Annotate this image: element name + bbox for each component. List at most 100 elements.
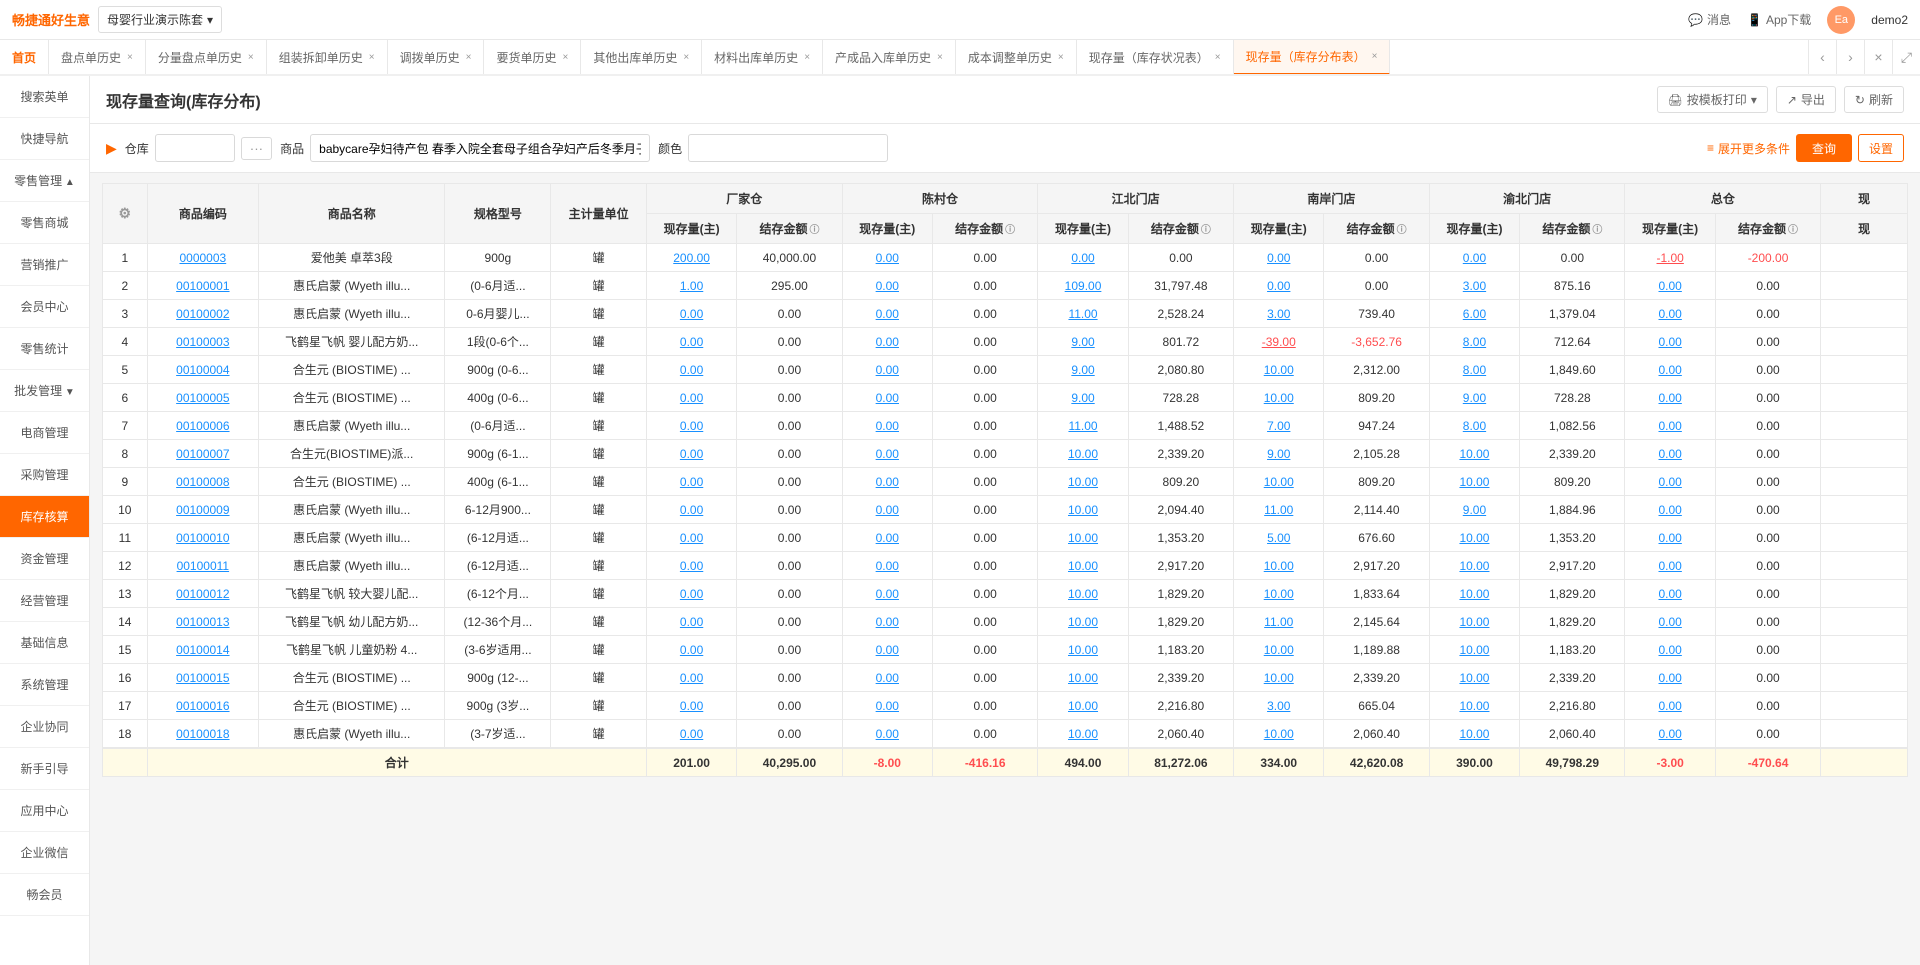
cell-17-6[interactable]: 0.00 — [737, 720, 842, 749]
cell-8-17[interactable] — [1821, 468, 1908, 496]
cell-4-14[interactable]: 1,849.60 — [1520, 356, 1625, 384]
cell-16-10[interactable]: 2,216.80 — [1128, 692, 1233, 720]
cell-17-15[interactable]: 0.00 — [1625, 720, 1715, 749]
nav-tab-10[interactable]: 现存量（库存状况表）× — [1077, 40, 1234, 75]
cell-10-8[interactable]: 0.00 — [933, 524, 1038, 552]
cell-3-0[interactable]: 4 — [103, 328, 148, 356]
nav-tab-1[interactable]: 盘点单历史× — [49, 40, 146, 75]
cell-14-14[interactable]: 1,183.20 — [1520, 636, 1625, 664]
cell-16-0[interactable]: 17 — [103, 692, 148, 720]
cell-13-5[interactable]: 0.00 — [646, 608, 736, 636]
cell-11-13[interactable]: 10.00 — [1429, 552, 1519, 580]
cell-2-0[interactable]: 3 — [103, 300, 148, 328]
expand-conditions-btn[interactable]: ≡ 展开更多条件 — [1707, 140, 1790, 157]
cell-12-14[interactable]: 1,829.20 — [1520, 580, 1625, 608]
cell-4-16[interactable]: 0.00 — [1715, 356, 1820, 384]
nav-tab-0[interactable]: 首页 — [0, 40, 49, 75]
cell-15-15[interactable]: 0.00 — [1625, 664, 1715, 692]
cell-10-5[interactable]: 0.00 — [646, 524, 736, 552]
cell-7-6[interactable]: 0.00 — [737, 440, 842, 468]
cell-15-9[interactable]: 10.00 — [1038, 664, 1128, 692]
cell-11-10[interactable]: 2,917.20 — [1128, 552, 1233, 580]
cell-17-16[interactable]: 0.00 — [1715, 720, 1820, 749]
cell-5-8[interactable]: 0.00 — [933, 384, 1038, 412]
cell-5-5[interactable]: 0.00 — [646, 384, 736, 412]
cell-12-13[interactable]: 10.00 — [1429, 580, 1519, 608]
cell-12-12[interactable]: 1,833.64 — [1324, 580, 1429, 608]
cell-1-17[interactable] — [1821, 272, 1908, 300]
cell-7-9[interactable]: 10.00 — [1038, 440, 1128, 468]
cell-8-13[interactable]: 10.00 — [1429, 468, 1519, 496]
cell-0-6[interactable]: 40,000.00 — [737, 244, 842, 272]
cell-7-5[interactable]: 0.00 — [646, 440, 736, 468]
cell-14-10[interactable]: 1,183.20 — [1128, 636, 1233, 664]
cell-15-1[interactable]: 00100015 — [147, 664, 258, 692]
cell-6-1[interactable]: 00100006 — [147, 412, 258, 440]
cell-5-10[interactable]: 728.28 — [1128, 384, 1233, 412]
nav-arrow-btn-1[interactable]: › — [1836, 40, 1864, 75]
cell-3-1[interactable]: 00100003 — [147, 328, 258, 356]
warehouse-ellipsis-btn[interactable]: ··· — [241, 137, 272, 160]
nav-tab-close-10[interactable]: × — [1215, 52, 1221, 63]
cell-13-1[interactable]: 00100013 — [147, 608, 258, 636]
cell-3-9[interactable]: 9.00 — [1038, 328, 1128, 356]
sidebar-item-4[interactable]: 营销推广 — [0, 244, 89, 286]
cell-15-14[interactable]: 2,339.20 — [1520, 664, 1625, 692]
cell-15-0[interactable]: 16 — [103, 664, 148, 692]
cell-10-14[interactable]: 1,353.20 — [1520, 524, 1625, 552]
cell-16-15[interactable]: 0.00 — [1625, 692, 1715, 720]
cell-6-10[interactable]: 1,488.52 — [1128, 412, 1233, 440]
cell-10-6[interactable]: 0.00 — [737, 524, 842, 552]
cell-3-6[interactable]: 0.00 — [737, 328, 842, 356]
cell-5-6[interactable]: 0.00 — [737, 384, 842, 412]
warehouse-input[interactable] — [155, 134, 235, 162]
cell-1-13[interactable]: 3.00 — [1429, 272, 1519, 300]
cell-14-8[interactable]: 0.00 — [933, 636, 1038, 664]
cell-11-7[interactable]: 0.00 — [842, 552, 932, 580]
sidebar-item-10[interactable]: 库存核算 — [0, 496, 89, 538]
cell-9-17[interactable] — [1821, 496, 1908, 524]
cell-0-10[interactable]: 0.00 — [1128, 244, 1233, 272]
cell-1-15[interactable]: 0.00 — [1625, 272, 1715, 300]
cell-10-10[interactable]: 1,353.20 — [1128, 524, 1233, 552]
cell-13-15[interactable]: 0.00 — [1625, 608, 1715, 636]
cell-10-1[interactable]: 00100010 — [147, 524, 258, 552]
cell-17-10[interactable]: 2,060.40 — [1128, 720, 1233, 749]
cell-15-13[interactable]: 10.00 — [1429, 664, 1519, 692]
cell-4-13[interactable]: 8.00 — [1429, 356, 1519, 384]
cell-6-7[interactable]: 0.00 — [842, 412, 932, 440]
cell-10-11[interactable]: 5.00 — [1234, 524, 1324, 552]
cell-11-14[interactable]: 2,917.20 — [1520, 552, 1625, 580]
nav-tab-11[interactable]: 现存量（库存分布表）× — [1234, 40, 1391, 75]
cell-11-0[interactable]: 12 — [103, 552, 148, 580]
cell-1-0[interactable]: 2 — [103, 272, 148, 300]
sidebar-item-16[interactable]: 新手引导 — [0, 748, 89, 790]
cell-6-12[interactable]: 947.24 — [1324, 412, 1429, 440]
cell-13-12[interactable]: 2,145.64 — [1324, 608, 1429, 636]
cell-8-10[interactable]: 809.20 — [1128, 468, 1233, 496]
gear-icon[interactable]: ⚙ — [119, 205, 132, 221]
nav-tab-close-6[interactable]: × — [683, 52, 689, 63]
cell-12-15[interactable]: 0.00 — [1625, 580, 1715, 608]
nav-tab-6[interactable]: 其他出库单历史× — [581, 40, 702, 75]
sidebar-item-1[interactable]: 快捷导航 — [0, 118, 89, 160]
nav-tab-close-4[interactable]: × — [466, 52, 472, 63]
cell-4-15[interactable]: 0.00 — [1625, 356, 1715, 384]
cell-2-5[interactable]: 0.00 — [646, 300, 736, 328]
cell-7-11[interactable]: 9.00 — [1234, 440, 1324, 468]
cell-13-7[interactable]: 0.00 — [842, 608, 932, 636]
cell-0-9[interactable]: 0.00 — [1038, 244, 1128, 272]
cell-15-11[interactable]: 10.00 — [1234, 664, 1324, 692]
cell-10-12[interactable]: 676.60 — [1324, 524, 1429, 552]
cell-8-1[interactable]: 00100008 — [147, 468, 258, 496]
cell-9-13[interactable]: 9.00 — [1429, 496, 1519, 524]
cell-16-14[interactable]: 2,216.80 — [1520, 692, 1625, 720]
nav-tab-close-1[interactable]: × — [127, 52, 133, 63]
cell-16-5[interactable]: 0.00 — [646, 692, 736, 720]
cell-14-0[interactable]: 15 — [103, 636, 148, 664]
cell-2-13[interactable]: 6.00 — [1429, 300, 1519, 328]
cell-3-10[interactable]: 801.72 — [1128, 328, 1233, 356]
cell-11-12[interactable]: 2,917.20 — [1324, 552, 1429, 580]
cell-0-5[interactable]: 200.00 — [646, 244, 736, 272]
cell-7-8[interactable]: 0.00 — [933, 440, 1038, 468]
